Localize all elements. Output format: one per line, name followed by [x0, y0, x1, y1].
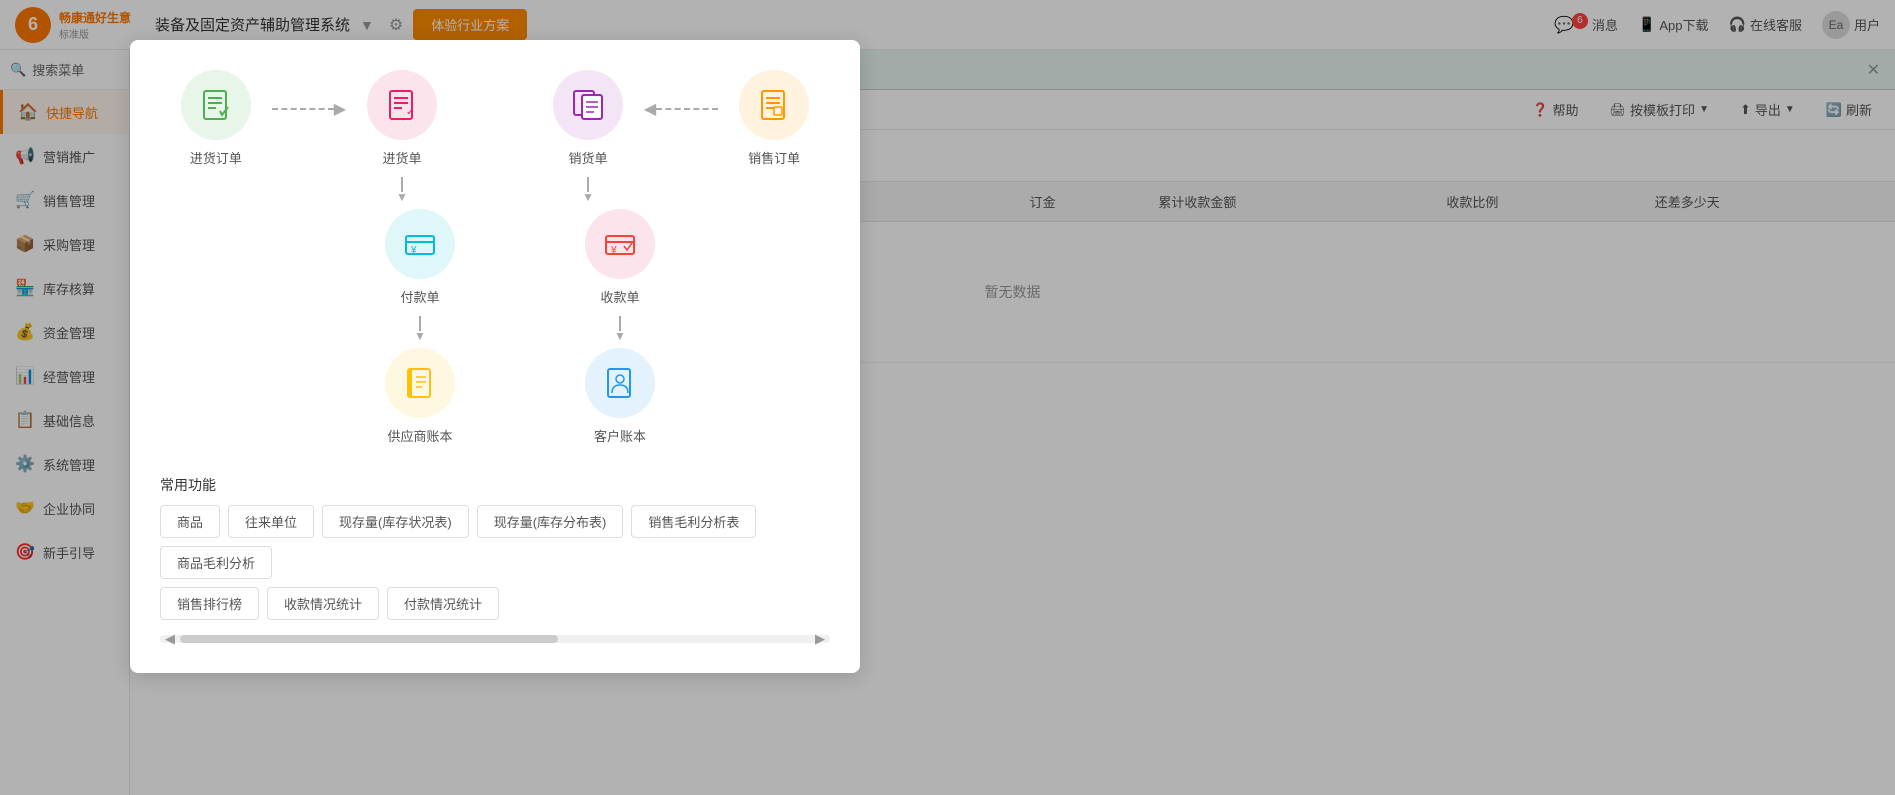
func-btn-stock-dist[interactable]: 现存量(库存分布表) — [477, 505, 624, 538]
flow-node-supplier-ledger[interactable]: 供应商账本 — [360, 348, 480, 445]
flow-node-sales-invoice[interactable]: 销货单 — [532, 70, 644, 167]
sales-order-circle[interactable] — [739, 70, 809, 140]
purchase-order-circle[interactable] — [181, 70, 251, 140]
func-btn-product-margin[interactable]: 商品毛利分析 — [160, 546, 272, 579]
arrow-po-to-p: ▶ — [272, 99, 346, 119]
func-buttons-row2: 销售排行榜 收款情况统计 付款情况统计 — [160, 587, 830, 620]
purchase-icon: ✓ — [384, 87, 420, 123]
modal-scrollbar[interactable]: ◀ ▶ — [160, 635, 830, 643]
supplier-ledger-circle[interactable] — [385, 348, 455, 418]
sales-invoice-label: 销货单 — [569, 148, 608, 167]
payment-circle[interactable]: ¥ — [385, 209, 455, 279]
svg-text:¥: ¥ — [610, 245, 617, 256]
customer-ledger-icon — [602, 365, 638, 401]
func-btn-product[interactable]: 商品 — [160, 505, 220, 538]
arrow-so-to-si: ◀ — [644, 99, 718, 119]
purchase-order-label: 进货订单 — [190, 148, 242, 167]
svg-text:¥: ¥ — [410, 245, 417, 256]
scroll-left-button[interactable]: ◀ — [160, 629, 180, 649]
func-buttons: 商品 往来单位 现存量(库存状况表) 现存量(库存分布表) 销售毛利分析表 商品… — [160, 505, 830, 579]
supplier-ledger-label: 供应商账本 — [387, 426, 452, 445]
func-btn-payment-stats[interactable]: 付款情况统计 — [387, 587, 499, 620]
common-funcs-title: 常用功能 — [160, 475, 830, 495]
arrow-down-receipt: ▼ — [560, 316, 680, 343]
sales-invoice-circle[interactable] — [553, 70, 623, 140]
flow-row-3: 供应商账本 客户账本 — [160, 348, 830, 445]
scrollbar-track[interactable] — [180, 635, 810, 643]
modal-dialog: 进货订单 ▶ ✓ — [130, 40, 860, 673]
common-funcs: 常用功能 商品 往来单位 现存量(库存状况表) 现存量(库存分布表) 销售毛利分… — [160, 475, 830, 620]
purchase-circle[interactable]: ✓ — [367, 70, 437, 140]
purchase-label: 进货单 — [382, 148, 421, 167]
sales-invoice-icon — [570, 87, 606, 123]
receipt-label: 收款单 — [600, 287, 639, 306]
func-btn-partner[interactable]: 往来单位 — [228, 505, 314, 538]
flow-node-sales-order[interactable]: 销售订单 — [718, 70, 830, 167]
svg-text:✓: ✓ — [406, 107, 414, 118]
purchase-order-icon — [198, 87, 234, 123]
flow-node-customer-ledger[interactable]: 客户账本 — [560, 348, 680, 445]
modal-overlay[interactable]: 进货订单 ▶ ✓ — [0, 0, 1895, 795]
customer-ledger-label: 客户账本 — [594, 426, 646, 445]
func-btn-sales-rank[interactable]: 销售排行榜 — [160, 587, 259, 620]
flow-arrows-down-row2: ▼ ▼ — [160, 316, 830, 343]
scrollbar-thumb[interactable] — [180, 635, 558, 643]
func-btn-stock-status[interactable]: 现存量(库存状况表) — [322, 505, 469, 538]
payment-label: 付款单 — [400, 287, 439, 306]
func-btn-gross-analysis[interactable]: 销售毛利分析表 — [631, 505, 756, 538]
arrow-down-sales-invoice: ▼ — [532, 177, 644, 204]
func-btn-receipt-stats[interactable]: 收款情况统计 — [267, 587, 379, 620]
sales-order-label: 销售订单 — [748, 148, 800, 167]
receipt-icon: ¥ — [602, 226, 638, 262]
arrow-down-payment: ▼ — [360, 316, 480, 343]
sales-order-icon — [756, 87, 792, 123]
scroll-right-button[interactable]: ▶ — [810, 629, 830, 649]
flow-row-2: ¥ 付款单 ¥ 收款单 — [160, 209, 830, 306]
flow-arrows-down-row: ▼ ▼ — [160, 177, 830, 204]
receipt-circle[interactable]: ¥ — [585, 209, 655, 279]
flow-node-purchase[interactable]: ✓ 进货单 — [346, 70, 458, 167]
flow-node-receipt[interactable]: ¥ 收款单 — [560, 209, 680, 306]
flow-node-payment[interactable]: ¥ 付款单 — [360, 209, 480, 306]
supplier-ledger-icon — [402, 365, 438, 401]
customer-ledger-circle[interactable] — [585, 348, 655, 418]
payment-icon: ¥ — [402, 226, 438, 262]
flow-row-1: 进货订单 ▶ ✓ — [160, 70, 830, 167]
flow-node-purchase-order[interactable]: 进货订单 — [160, 70, 272, 167]
arrow-down-purchase: ▼ — [346, 177, 458, 204]
flow-diagram: 进货订单 ▶ ✓ — [160, 70, 830, 455]
